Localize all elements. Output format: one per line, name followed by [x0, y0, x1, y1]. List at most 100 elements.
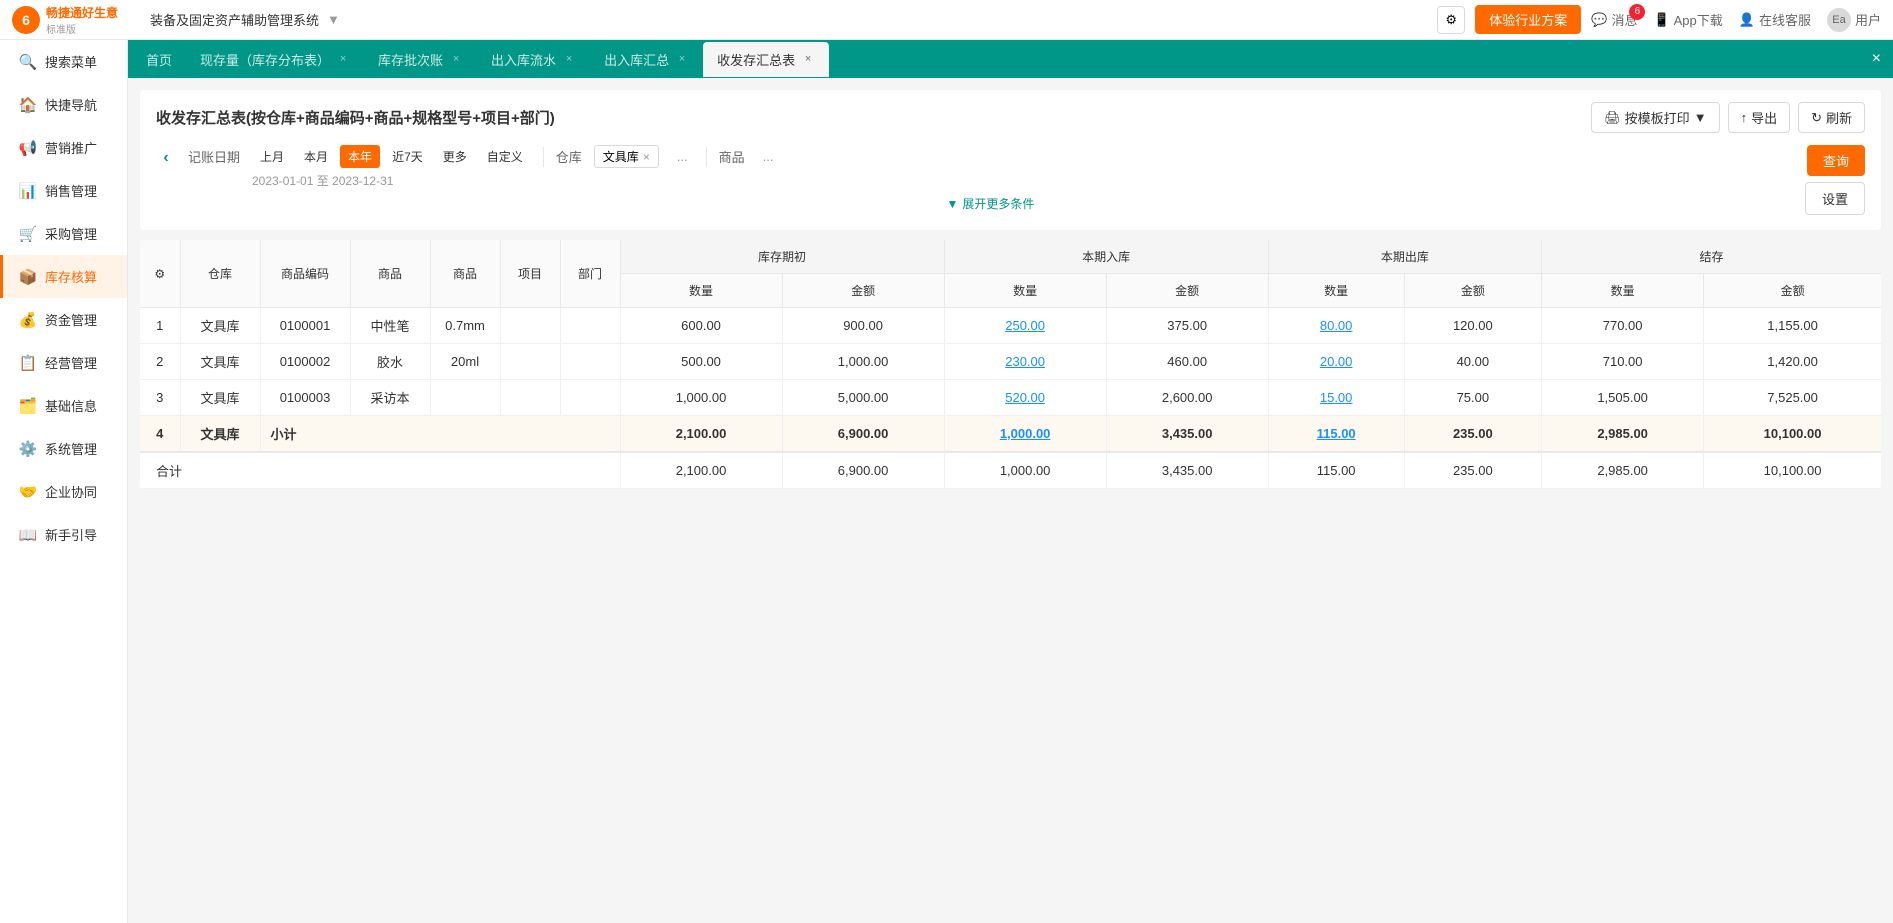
th-code: 商品编码 [260, 240, 350, 308]
date-btn-this-year[interactable]: 本年 [340, 145, 380, 168]
cell-name: 胶水 [350, 344, 430, 380]
filter-collapse-btn[interactable]: ‹ [156, 149, 176, 167]
sidebar-item-system[interactable]: ⚙️系统管理 [0, 427, 127, 470]
date-btn-last-month[interactable]: 上月 [252, 145, 292, 168]
date-btn-this-month[interactable]: 本月 [296, 145, 336, 168]
date-range-text: 2023-01-01 至 2023-12-31 [188, 172, 1793, 189]
message-item[interactable]: 💬 消息 6 [1591, 10, 1637, 29]
cell-spec: 20ml [430, 344, 500, 380]
tab-close-inout-summary[interactable]: × [675, 52, 689, 66]
tab-home[interactable]: 首页 [132, 42, 186, 77]
sidebar-item-finance[interactable]: 💰资金管理 [0, 298, 127, 341]
sidebar-item-purchase[interactable]: 🛒采购管理 [0, 212, 127, 255]
tab-close-inout-flow[interactable]: × [562, 52, 576, 66]
cell-out-qty[interactable]: 80.00 [1268, 308, 1404, 344]
query-button[interactable]: 查询 [1807, 145, 1865, 176]
cell-in-qty[interactable]: 520.00 [944, 380, 1106, 416]
th-group-closing: 结存 [1542, 240, 1881, 274]
tab-inout-summary[interactable]: 出入库汇总 × [590, 42, 703, 77]
cell-in-qty[interactable]: 250.00 [944, 308, 1106, 344]
warehouse-tag-close[interactable]: × [643, 150, 650, 164]
total-opening-amt: 6,900.00 [782, 452, 944, 489]
tab-label-home: 首页 [146, 50, 172, 69]
cell-out-qty[interactable]: 20.00 [1268, 344, 1404, 380]
warehouse-tag-text: 文具库 [603, 148, 639, 165]
export-button[interactable]: ↑ 导出 [1728, 102, 1791, 133]
tab-batch[interactable]: 库存批次账× [364, 42, 477, 77]
th-opening-qty: 数量 [620, 274, 782, 308]
sidebar-item-newbie[interactable]: 📖新手引导 [0, 513, 127, 556]
sidebar-item-sales[interactable]: 📊 销售管理 [0, 169, 127, 212]
tab-recv-send[interactable]: 收发存汇总表× [703, 42, 829, 77]
data-table: ⚙ 仓库 商品编码 商品 商品 项目 部门 库存期初 本期入库 本期出库 结存 [140, 240, 1881, 489]
user-item[interactable]: Ea 用户 [1827, 8, 1881, 32]
close-all-tabs-button[interactable]: × [1864, 46, 1889, 72]
date-options: 上月 本月 本年 近7天 更多 自定义 [252, 145, 531, 168]
app-download-item[interactable]: 📱 App下载 [1653, 10, 1722, 29]
sidebar-item-operations[interactable]: 📋经营管理 [0, 341, 127, 384]
cell-name: 中性笔 [350, 308, 430, 344]
logo-icon: 6 [12, 6, 40, 34]
th-out-qty: 数量 [1268, 274, 1404, 308]
subtotal-in-qty[interactable]: 1,000.00 [944, 416, 1106, 453]
date-btn-custom[interactable]: 自定义 [479, 145, 531, 168]
gear-button[interactable]: ⚙ [1437, 6, 1465, 34]
download-icon: 📱 [1653, 12, 1669, 28]
cell-num: 2 [140, 344, 180, 380]
sidebar-item-inventory[interactable]: 📦 库存核算 [0, 255, 127, 298]
th-name: 商品 [350, 240, 430, 308]
cell-in-amt: 460.00 [1106, 344, 1268, 380]
expand-icon: ▼ [947, 197, 959, 211]
subtotal-out-amt: 235.00 [1404, 416, 1542, 453]
cell-code: 0100001 [260, 308, 350, 344]
page-content: 收发存汇总表(按仓库+商品编码+商品+规格型号+项目+部门) 🖨 按模板打印 ▼… [128, 78, 1893, 923]
th-warehouse: 仓库 [180, 240, 260, 308]
sidebar-item-search[interactable]: 🔍搜索菜单 [0, 40, 127, 83]
user-label: 用户 [1855, 10, 1881, 29]
sidebar-item-corp[interactable]: 🤝企业协同 [0, 470, 127, 513]
warehouse-more-btn[interactable]: ... [671, 147, 694, 166]
tab-close-batch[interactable]: × [449, 52, 463, 66]
filter-divider-1 [543, 147, 544, 167]
sidebar-label-sales: 销售管理 [45, 181, 97, 200]
total-in-qty: 1,000.00 [944, 452, 1106, 489]
cell-out-qty[interactable]: 15.00 [1268, 380, 1404, 416]
th-group-out: 本期出库 [1268, 240, 1541, 274]
goods-label: 商品 [719, 147, 745, 166]
goods-more-btn[interactable]: ... [757, 147, 780, 166]
cell-closing-qty: 1,505.00 [1542, 380, 1704, 416]
cell-opening-amt: 1,000.00 [782, 344, 944, 380]
tab-label-inout-summary: 出入库汇总 [604, 50, 669, 69]
date-btn-more[interactable]: 更多 [435, 145, 475, 168]
th-settings[interactable]: ⚙ [140, 240, 180, 308]
sidebar-item-base[interactable]: 🗂️基础信息 [0, 384, 127, 427]
trial-button[interactable]: 体验行业方案 [1475, 5, 1581, 34]
sidebar-item-quick[interactable]: 🏠快捷导航 [0, 83, 127, 126]
sidebar-item-marketing[interactable]: 📢营销推广 [0, 126, 127, 169]
dropdown-arrow-icon[interactable]: ▼ [327, 12, 340, 27]
settings-button[interactable]: 设置 [1805, 182, 1865, 215]
tab-close-recv-send[interactable]: × [801, 52, 815, 66]
th-opening-amt: 金额 [782, 274, 944, 308]
sidebar-label-operations: 经营管理 [45, 353, 97, 372]
subtotal-out-qty[interactable]: 115.00 [1268, 416, 1404, 453]
total-closing-amt: 10,100.00 [1704, 452, 1881, 489]
table-row: 3 文具库 0100003 采访本 1,000.00 5,000.00 520.… [140, 380, 1881, 416]
refresh-button[interactable]: ↻ 刷新 [1798, 102, 1865, 133]
table-row: 2 文具库 0100002 胶水 20ml 500.00 1,000.00 23… [140, 344, 1881, 380]
expand-more-btn[interactable]: ▼ 展开更多条件 [947, 195, 1035, 212]
tab-close-stock-dist[interactable]: × [336, 52, 350, 66]
date-btn-7days[interactable]: 近7天 [384, 145, 431, 168]
tab-inout-flow[interactable]: 出入库流水× [477, 42, 590, 77]
cell-project [500, 344, 560, 380]
tab-stock-dist[interactable]: 现存量（库存分布表）× [186, 42, 364, 77]
sidebar-icon-sales: 📊 [19, 182, 37, 200]
sidebar-icon-inventory: 📦 [19, 268, 37, 286]
sidebar-label-base: 基础信息 [45, 396, 97, 415]
print-button[interactable]: 🖨 按模板打印 ▼ [1591, 102, 1719, 133]
cell-in-qty[interactable]: 230.00 [944, 344, 1106, 380]
content-area: 首页现存量（库存分布表）×库存批次账×出入库流水×出入库汇总×收发存汇总表×× … [128, 40, 1893, 923]
online-service-item[interactable]: 👤 在线客服 [1739, 10, 1811, 29]
sidebar-label-inventory: 库存核算 [45, 267, 97, 286]
export-icon: ↑ [1741, 110, 1748, 125]
